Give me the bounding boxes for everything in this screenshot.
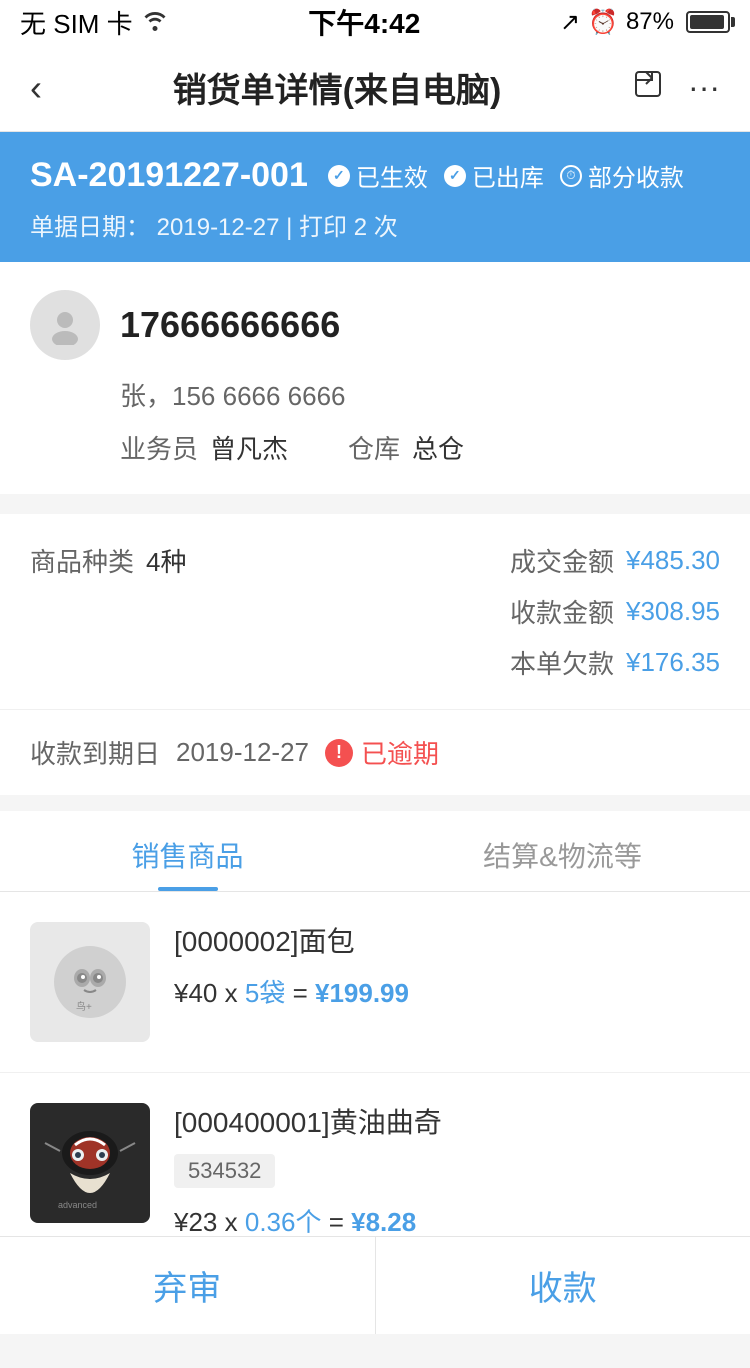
received-value: ¥308.95 xyxy=(626,596,720,627)
due-label: 收款到期日 xyxy=(30,734,160,771)
category-value: 4种 xyxy=(146,542,186,579)
tab-sales-products[interactable]: 销售商品 xyxy=(0,811,375,891)
back-button[interactable]: ‹ xyxy=(30,67,42,109)
due-date: 2019-12-27 xyxy=(176,737,309,768)
product-name-1: [0000002]面包 xyxy=(174,922,720,961)
received-label: 收款金额 xyxy=(510,593,614,630)
overdue-text: 已逾期 xyxy=(361,734,439,771)
overdue-icon: ! xyxy=(325,739,353,767)
battery-icon xyxy=(686,11,730,33)
tab-indicator xyxy=(158,887,218,891)
warehouse-value: 总仓 xyxy=(412,429,464,466)
product-info-2: [000400001]黄油曲奇 534532 ¥23 x 0.36个 = ¥8.… xyxy=(174,1103,720,1239)
summary-section: 商品种类 4种 成交金额 ¥485.30 收款金额 ¥308.95 本单欠款 ¥… xyxy=(0,514,750,709)
product-total-1: ¥199.99 xyxy=(315,978,409,1008)
products-section: 鸟+ [0000002]面包 ¥40 x 5袋 = ¥199.99 xyxy=(0,892,750,1270)
order-date: 单据日期： 2019-12-27 | 打印 2 次 xyxy=(30,207,720,242)
product-name-2: [000400001]黄油曲奇 xyxy=(174,1103,720,1142)
share-button[interactable] xyxy=(632,68,664,108)
warehouse-label: 仓库 xyxy=(348,429,400,466)
product-price-1: ¥40 x 5袋 = ¥199.99 xyxy=(174,973,720,1010)
amount-value: ¥485.30 xyxy=(626,545,720,576)
more-button[interactable]: ··· xyxy=(688,69,720,106)
tabs-row: 销售商品 结算&物流等 xyxy=(0,811,750,892)
product-thumbnail-2: advanced xyxy=(30,1103,150,1223)
nav-actions: ··· xyxy=(632,68,720,108)
sales-label: 业务员 xyxy=(120,429,198,466)
page-title: 销货单详情(来自电脑) xyxy=(173,63,502,112)
debt-value: ¥176.35 xyxy=(626,647,720,678)
overdue-badge: ! 已逾期 xyxy=(325,734,439,771)
svg-text:鸟+: 鸟+ xyxy=(76,1000,92,1013)
product-price-2: ¥23 x 0.36个 = ¥8.28 xyxy=(174,1202,720,1239)
wifi-icon xyxy=(141,7,169,38)
product-total-2: ¥8.28 xyxy=(351,1207,416,1237)
nav-bar: ‹ 销货单详情(来自电脑) ··· xyxy=(0,44,750,132)
abandon-review-button[interactable]: 弃审 xyxy=(0,1237,376,1334)
product-sku-2: 534532 xyxy=(174,1154,275,1188)
status-time: 下午4:42 xyxy=(308,2,420,42)
badge-partial: ⏱ 部分收款 xyxy=(560,158,684,193)
status-bar: 无 SIM 卡 下午4:42 ↗ ⏰ 87% xyxy=(0,0,750,44)
carrier-text: 无 SIM 卡 xyxy=(20,4,133,41)
customer-contact: 张，156 6666 6666 xyxy=(30,376,720,413)
tabs-section: 销售商品 结算&物流等 xyxy=(0,811,750,892)
customer-avatar xyxy=(30,290,100,360)
location-icon: ↗ xyxy=(560,8,580,37)
due-section: 收款到期日 2019-12-27 ! 已逾期 xyxy=(0,709,750,795)
category-label: 商品种类 xyxy=(30,542,134,579)
debt-label: 本单欠款 xyxy=(510,644,614,681)
product-qty-1: 5袋 xyxy=(245,978,285,1008)
order-number: SA-20191227-001 xyxy=(30,156,308,195)
customer-section: 17666666666 张，156 6666 6666 业务员 曾凡杰 仓库 总… xyxy=(0,262,750,494)
collect-payment-button[interactable]: 收款 xyxy=(376,1237,750,1334)
product-thumbnail-1: 鸟+ xyxy=(30,922,150,1042)
product-qty-2: 0.36个 xyxy=(245,1207,322,1237)
svg-text:advanced: advanced xyxy=(58,1200,97,1210)
check-icon-2: ✓ xyxy=(444,165,466,187)
badge-effective: ✓ 已生效 xyxy=(328,158,428,193)
order-badges: ✓ 已生效 ✓ 已出库 ⏱ 部分收款 xyxy=(328,158,684,193)
clock-icon: ⏱ xyxy=(560,165,582,187)
customer-id: 17666666666 xyxy=(120,304,340,346)
check-icon-1: ✓ xyxy=(328,165,350,187)
battery-text: 87% xyxy=(626,8,674,36)
bottom-bar: 弃审 收款 xyxy=(0,1236,750,1334)
product-info-1: [0000002]面包 ¥40 x 5袋 = ¥199.99 xyxy=(174,922,720,1010)
status-right: ↗ ⏰ 87% xyxy=(560,8,730,37)
order-header: SA-20191227-001 ✓ 已生效 ✓ 已出库 ⏱ 部分收款 单据日期：… xyxy=(0,132,750,262)
alarm-icon: ⏰ xyxy=(588,8,618,37)
amount-label: 成交金额 xyxy=(510,542,614,579)
status-left: 无 SIM 卡 xyxy=(20,4,169,41)
tab-settlement[interactable]: 结算&物流等 xyxy=(375,811,750,891)
list-item: 鸟+ [0000002]面包 ¥40 x 5袋 = ¥199.99 xyxy=(0,892,750,1073)
customer-meta: 业务员 曾凡杰 仓库 总仓 xyxy=(30,429,720,466)
sales-value: 曾凡杰 xyxy=(210,429,288,466)
badge-shipped: ✓ 已出库 xyxy=(444,158,544,193)
